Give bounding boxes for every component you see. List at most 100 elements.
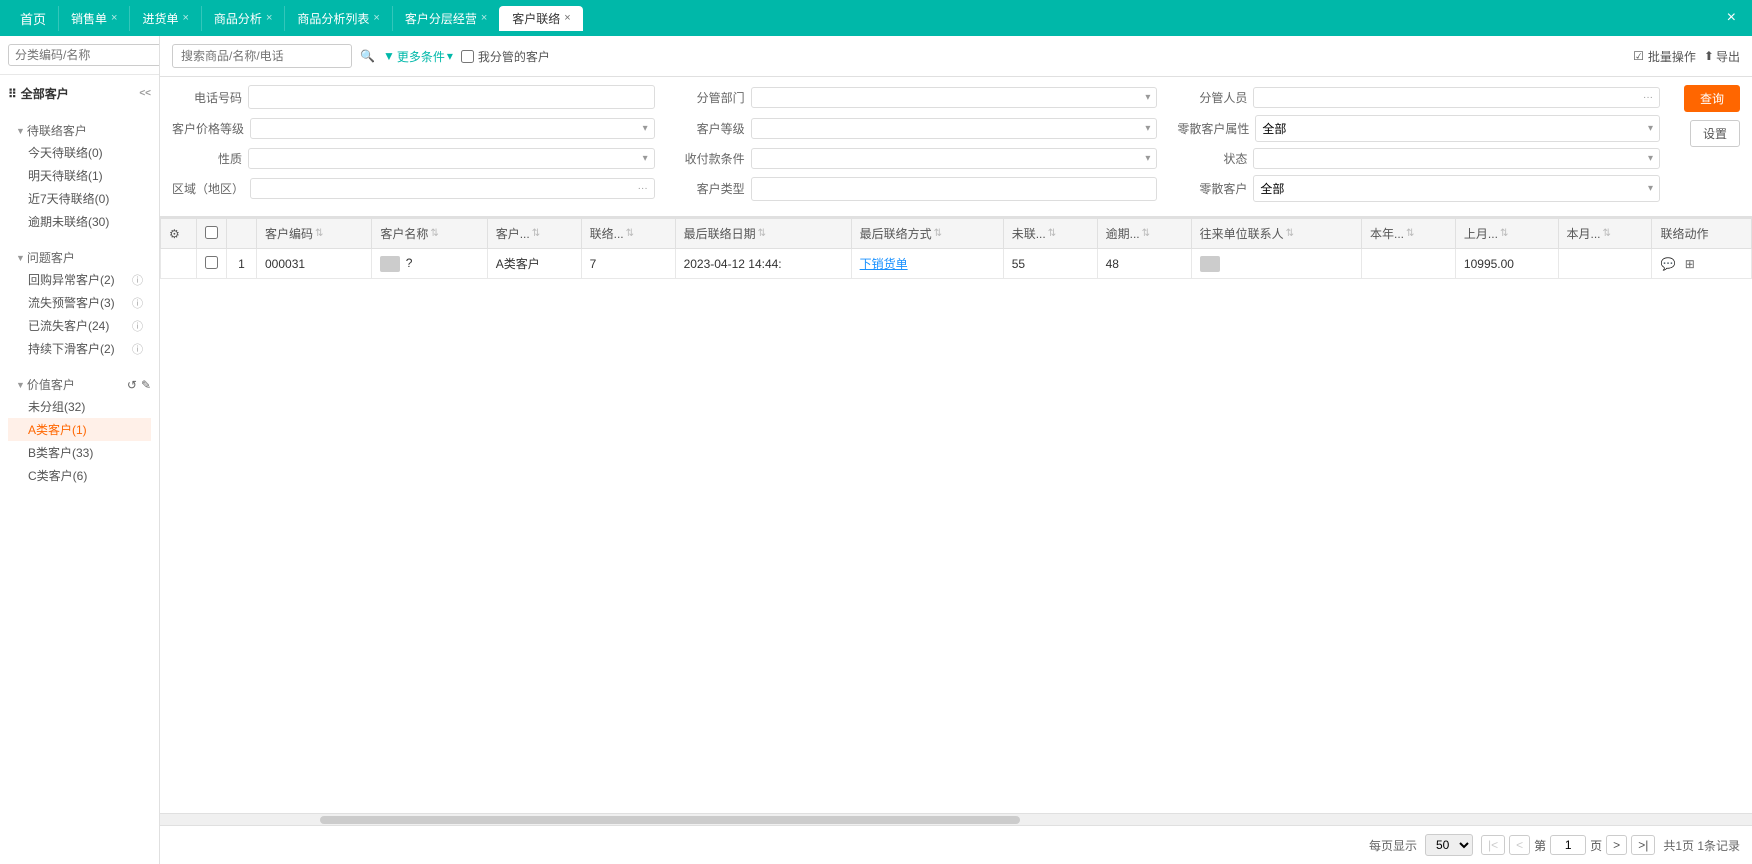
region-select[interactable]: ··· — [250, 178, 655, 199]
my-customers-checkbox-label[interactable]: 我分管的客户 — [461, 48, 550, 65]
sidebar-search-input[interactable] — [8, 44, 160, 66]
tab-customer-contact[interactable]: 客户联络 × — [499, 6, 582, 31]
refresh-icon[interactable]: ↺ — [127, 378, 137, 392]
settings-column-header[interactable]: ⚙ — [161, 219, 197, 249]
last-way-link[interactable]: 下销货单 — [860, 257, 908, 271]
more-filters-button[interactable]: ▼ 更多条件 ▾ — [383, 48, 453, 65]
page-input[interactable] — [1550, 835, 1586, 855]
my-customers-checkbox[interactable] — [461, 50, 474, 63]
status-select[interactable]: ▾ — [1253, 148, 1660, 169]
payment-select[interactable]: ▾ — [751, 148, 1158, 169]
this-year-column-header[interactable]: 本年... ⇅ — [1361, 219, 1455, 249]
nature-select[interactable]: ▾ — [248, 148, 655, 169]
sidebar-item-c-class[interactable]: C类客户(6) — [8, 464, 151, 487]
scrollbar-thumb[interactable] — [320, 816, 1020, 824]
tab-product-analysis-list[interactable]: 商品分析列表 × — [284, 6, 391, 31]
phone-input[interactable] — [248, 85, 655, 109]
sidebar-item-a-class[interactable]: A类客户(1) — [8, 418, 151, 441]
overdue-column-header[interactable]: 逾期... ⇅ — [1097, 219, 1191, 249]
close-icon[interactable]: × — [564, 12, 570, 24]
sort-icon[interactable]: ⇅ — [1603, 228, 1611, 239]
sidebar-item-repurchase-abnormal[interactable]: 回购异常客户(2) ⓘ — [8, 268, 151, 291]
sort-icon[interactable]: ⇅ — [1286, 228, 1294, 239]
name-column-header[interactable]: 客户名称 ⇅ — [372, 219, 487, 249]
close-icon[interactable]: × — [182, 12, 188, 24]
sidebar-all-customers-title[interactable]: ⠿ 全部客户 << — [8, 81, 151, 106]
sidebar-item-unclassified[interactable]: 未分组(32) — [8, 395, 151, 418]
sidebar-item-b-class[interactable]: B类客户(33) — [8, 441, 151, 464]
next-page-button[interactable]: > — [1606, 835, 1627, 855]
close-icon[interactable]: × — [111, 12, 117, 24]
search-input[interactable] — [172, 44, 352, 68]
tab-product-analysis[interactable]: 商品分析 × — [201, 6, 284, 31]
last-page-button[interactable]: >| — [1631, 835, 1655, 855]
sidebar-item-churned[interactable]: 已流失客户(24) ⓘ — [8, 314, 151, 337]
type-column-header[interactable]: 客户... ⇅ — [487, 219, 581, 249]
last-way-column-header[interactable]: 最后联络方式 ⇅ — [851, 219, 1003, 249]
select-all-checkbox[interactable] — [205, 226, 218, 239]
status-label: 状态 — [1177, 150, 1247, 167]
horizontal-scrollbar[interactable] — [160, 813, 1752, 825]
close-window-button[interactable]: × — [1719, 9, 1744, 27]
sort-icon[interactable]: ⇅ — [1142, 228, 1150, 239]
sidebar-item-7days[interactable]: 近7天待联络(0) — [8, 187, 151, 210]
customer-type-input[interactable] — [751, 177, 1158, 201]
last-month-column-header[interactable]: 上月... ⇅ — [1455, 219, 1558, 249]
close-icon[interactable]: × — [481, 12, 487, 24]
filter-phone: 电话号码 — [172, 85, 655, 109]
this-month-column-header[interactable]: 本月... ⇅ — [1558, 219, 1652, 249]
query-button[interactable]: 查询 — [1684, 85, 1740, 112]
sort-icon[interactable]: ⇅ — [1048, 228, 1056, 239]
sidebar-item-today[interactable]: 今天待联络(0) — [8, 141, 151, 164]
prev-page-button[interactable]: < — [1509, 835, 1530, 855]
tab-sales-order[interactable]: 销售单 × — [58, 6, 129, 31]
tab-purchase-order[interactable]: 进货单 × — [129, 6, 200, 31]
scattered-attr-select[interactable]: 全部 ▾ — [1255, 115, 1660, 142]
sort-icon[interactable]: ⇅ — [758, 228, 766, 239]
batch-ops-button[interactable]: ☑ 批量操作 — [1633, 48, 1696, 65]
checkbox-column-header[interactable] — [197, 219, 227, 249]
grid-icon[interactable]: ⊞ — [1685, 257, 1695, 271]
search-button[interactable]: 🔍 — [360, 49, 375, 63]
scattered-select[interactable]: 全部 ▾ — [1253, 175, 1660, 202]
export-button[interactable]: ⬆ 导出 — [1704, 48, 1740, 65]
chat-icon[interactable]: 💬 — [1660, 257, 1675, 271]
sidebar-item-tomorrow[interactable]: 明天待联络(1) — [8, 164, 151, 187]
sidebar-item-overdue[interactable]: 逾期未联络(30) — [8, 210, 151, 233]
sidebar-item-declining[interactable]: 持续下滑客户(2) ⓘ — [8, 337, 151, 360]
first-page-button[interactable]: |< — [1481, 835, 1505, 855]
pending-contact-group[interactable]: ▼ 待联络客户 — [8, 118, 151, 141]
sort-icon[interactable]: ⇅ — [934, 228, 942, 239]
unit-contact-column-header[interactable]: 往来单位联系人 ⇅ — [1191, 219, 1361, 249]
tab-customer-segment[interactable]: 客户分层经营 × — [392, 6, 499, 31]
close-icon[interactable]: × — [373, 12, 379, 24]
row-last-way-cell[interactable]: 下销货单 — [851, 249, 1003, 279]
gear-icon[interactable]: ⚙ — [169, 227, 180, 241]
home-button[interactable]: 首页 — [8, 5, 58, 32]
dept-select[interactable]: ▾ — [751, 87, 1158, 108]
person-select[interactable]: ··· — [1253, 87, 1660, 108]
value-customers-group[interactable]: ▼ 价值客户 ↺ ✎ — [8, 372, 151, 395]
page-size-select[interactable]: 50 — [1425, 834, 1473, 856]
settings-button[interactable]: 设置 — [1690, 120, 1740, 147]
row-checkbox[interactable] — [205, 256, 218, 269]
sort-icon[interactable]: ⇅ — [532, 228, 540, 239]
sort-icon[interactable]: ⇅ — [430, 228, 438, 239]
row-checkbox-cell[interactable] — [197, 249, 227, 279]
collapse-icon[interactable]: << — [139, 88, 151, 99]
value-customers-label: 价值客户 — [27, 376, 75, 393]
sort-icon[interactable]: ⇅ — [1406, 228, 1414, 239]
sort-icon[interactable]: ⇅ — [315, 228, 323, 239]
close-icon[interactable]: × — [266, 12, 272, 24]
edit-icon[interactable]: ✎ — [141, 378, 151, 392]
sort-icon[interactable]: ⇅ — [1500, 228, 1508, 239]
code-column-header[interactable]: 客户编码 ⇅ — [257, 219, 372, 249]
price-grade-select[interactable]: ▾ — [250, 118, 655, 139]
last-date-column-header[interactable]: 最后联络日期 ⇅ — [675, 219, 851, 249]
contact-column-header[interactable]: 联络... ⇅ — [581, 219, 675, 249]
sidebar-item-churn-warning[interactable]: 流失预警客户(3) ⓘ — [8, 291, 151, 314]
no-contact-column-header[interactable]: 未联... ⇅ — [1003, 219, 1097, 249]
customer-grade-select[interactable]: ▾ — [751, 118, 1158, 139]
problem-customers-group[interactable]: ▼ 问题客户 — [8, 245, 151, 268]
sort-icon[interactable]: ⇅ — [626, 228, 634, 239]
